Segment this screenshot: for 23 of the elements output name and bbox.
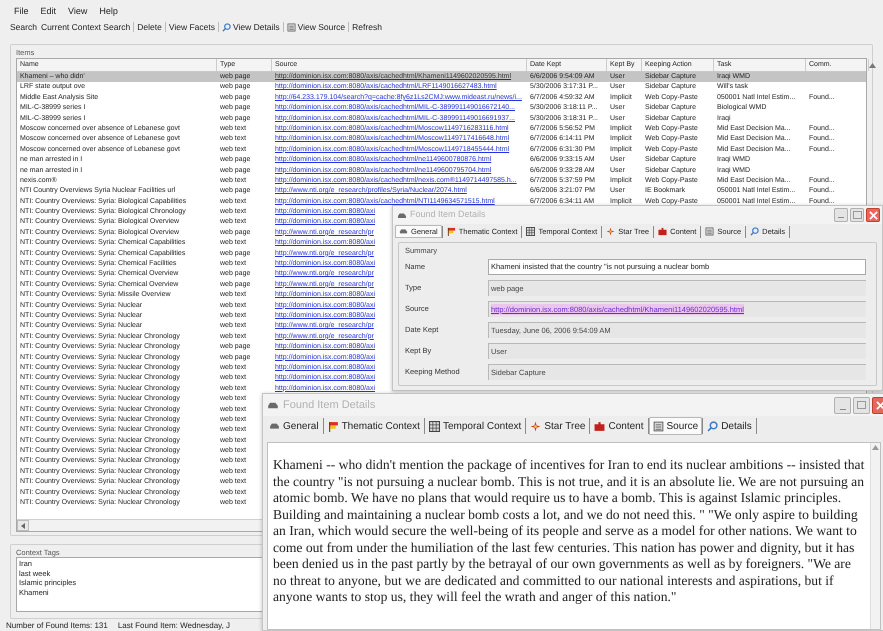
tab[interactable]: Content [590,417,648,435]
toolbar-button[interactable]: Delete [137,20,162,34]
window-title: Found Item Details [410,208,486,222]
toolbar-button[interactable]: View Details [222,20,280,34]
tab[interactable]: Source [648,417,702,435]
menu-item[interactable]: Help [99,4,118,18]
tab[interactable]: General [265,417,323,435]
tab[interactable]: Temporal Context [424,417,526,435]
tab[interactable]: Thematic Context [324,417,424,435]
toolbar-button[interactable]: Refresh [352,20,382,34]
status-text: Number of Found Items: 131 [6,620,108,631]
menu-item[interactable]: View [68,4,88,18]
menu-item[interactable]: File [14,4,29,18]
toolbar-button[interactable]: View Source [286,20,346,34]
menu-item[interactable]: Edit [40,4,56,18]
toolbar-button[interactable]: View Facets [168,20,215,34]
status-text: Last Found Item: Wednesday, J [118,620,230,631]
toolbar-button[interactable]: Search [10,20,37,34]
window-title: Found Item Details [283,398,376,413]
tab[interactable]: Details [703,417,756,435]
source-text: Khameni -- who didn't mention the package of incentives for Iran to end its nuclear ambitions -- insisted that the country "is not pursuing a nuclear bomb. This is not true, and it is an absolute lie. We are not pursuing an atomic bomb. We have no plans that would require us to have a bomb. This is against Islamic principles. Building and maintaining a nuclear bomb costs a lot, and we do not need this. " "We only aspire to building an Iran, which would secure the well-being of its people and serve as a model for other nations. We want to come out from under the humiliation of the last few centuries. This nation has power and dignity, but it has been denied us in the past partly by the betrayal of our own governments as well as by foreigners. "We are no threat to anyone, but we are dedicated and committed to our national interests and aspirations, but if anyone wants to stop us, they will feel the wrath and anger of this nation." [272,456,866,606]
toolbar-button[interactable]: Current Context Search [40,20,130,34]
tab[interactable]: Star Tree [526,417,590,435]
